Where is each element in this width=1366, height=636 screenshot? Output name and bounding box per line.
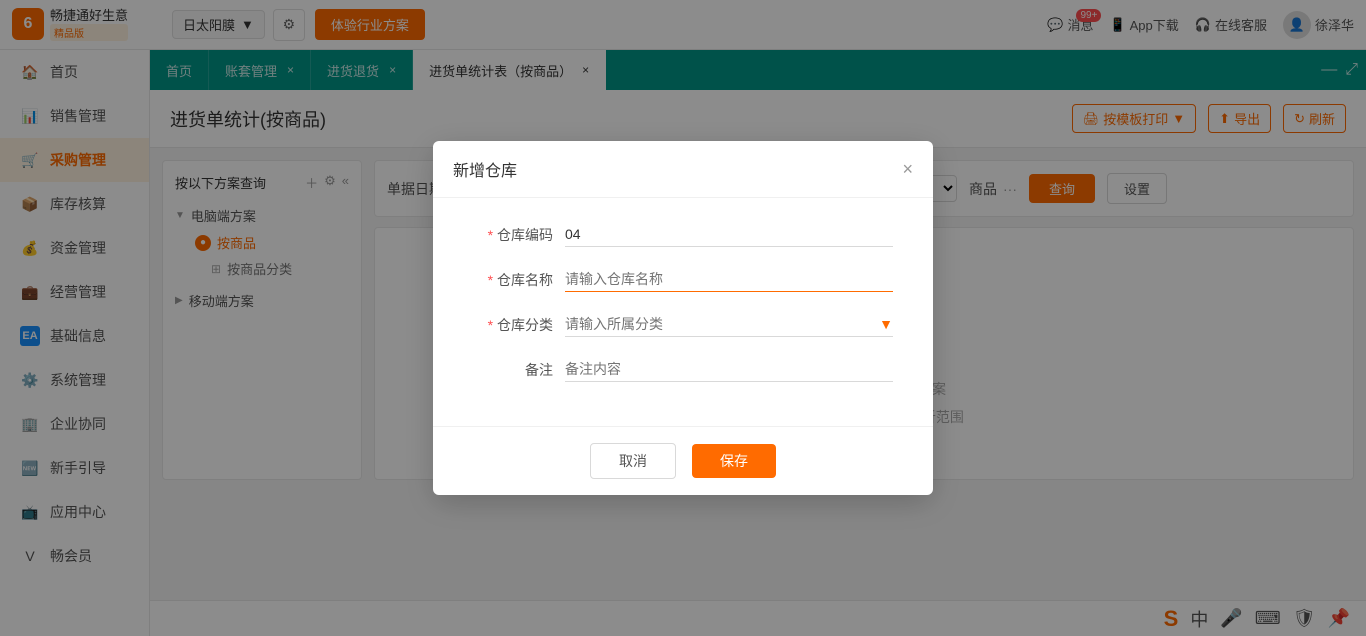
form-row-code: 仓库编码 [473,222,893,247]
save-button[interactable]: 保存 [692,444,776,478]
category-label: 仓库分类 [473,315,553,335]
category-input[interactable] [565,316,879,332]
remark-label: 备注 [473,360,553,380]
name-label: 仓库名称 [473,270,553,290]
modal-title: 新增仓库 [453,157,517,181]
cancel-button[interactable]: 取消 [590,443,676,479]
form-row-category: 仓库分类 ▼ [473,312,893,337]
modal-close-button[interactable]: × [902,159,913,180]
modal-body: 仓库编码 仓库名称 仓库分类 ▼ 备注 [433,198,933,426]
remark-input[interactable] [565,357,893,382]
modal-footer: 取消 保存 [433,426,933,495]
code-label: 仓库编码 [473,225,553,245]
form-row-name: 仓库名称 [473,267,893,292]
form-row-remark: 备注 [473,357,893,382]
name-input[interactable] [565,267,893,292]
category-select-wrapper: ▼ [565,312,893,337]
modal-header: 新增仓库 × [433,141,933,198]
new-warehouse-modal: 新增仓库 × 仓库编码 仓库名称 仓库分类 ▼ [433,141,933,495]
code-input[interactable] [565,222,893,247]
modal-overlay: 新增仓库 × 仓库编码 仓库名称 仓库分类 ▼ [0,0,1366,636]
chevron-down-icon[interactable]: ▼ [879,316,893,332]
